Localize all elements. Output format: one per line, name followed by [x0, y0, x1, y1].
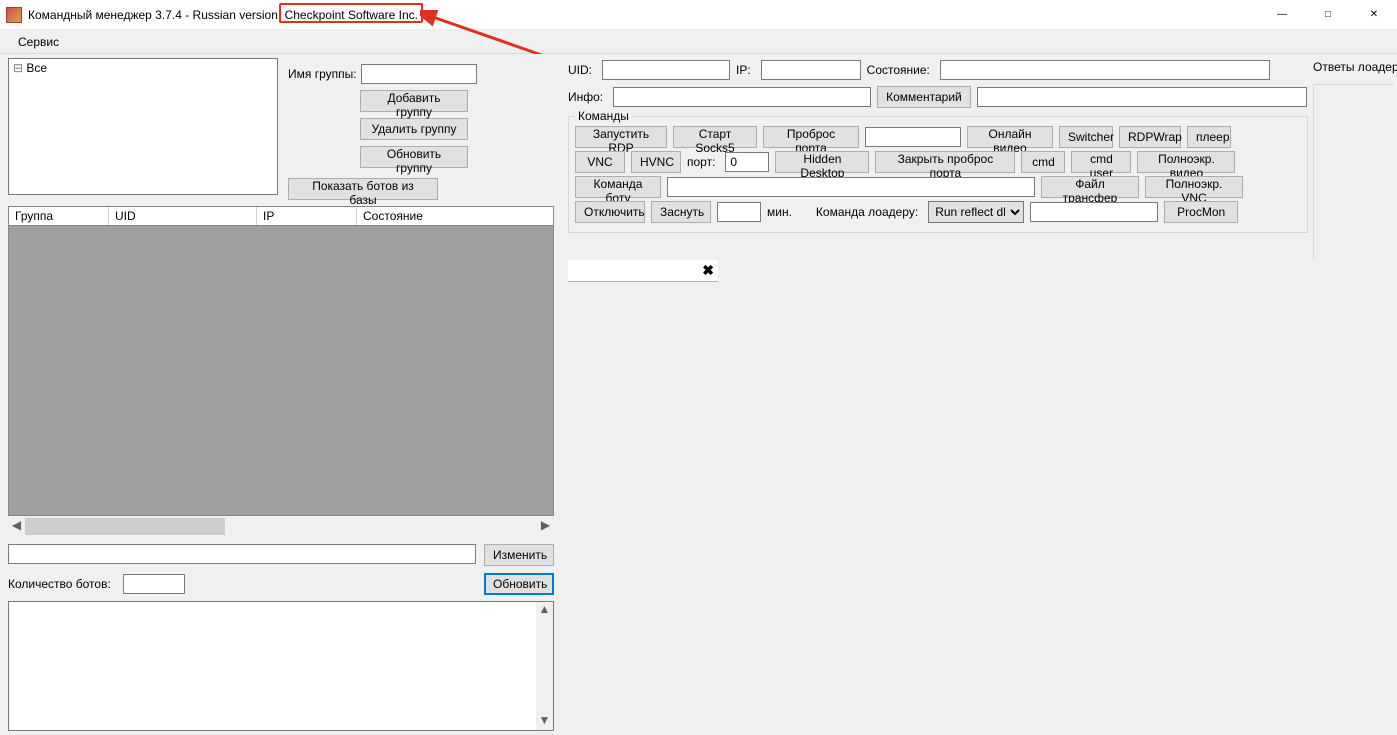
log-vscrollbar[interactable]: ▲ ▼: [536, 602, 553, 730]
scroll-down-icon[interactable]: ▼: [536, 713, 553, 730]
commands-legend: Команды: [575, 109, 632, 123]
group-name-input[interactable]: [361, 64, 477, 84]
window-title: Командный менеджер 3.7.4 - Russian versi…: [28, 8, 418, 22]
sleep-button[interactable]: Заснуть: [651, 201, 711, 223]
hvnc-button[interactable]: HVNC: [631, 151, 681, 173]
cmd-button[interactable]: cmd: [1021, 151, 1065, 173]
title-text-highlight: Checkpoint Software Inc.: [285, 8, 418, 22]
cmd-user-button[interactable]: cmd user: [1071, 151, 1131, 173]
group-tree[interactable]: Все: [8, 58, 278, 195]
run-rdp-button[interactable]: Запустить RDP: [575, 126, 667, 148]
comment-button[interactable]: Комментарий: [877, 86, 971, 108]
sleep-minutes-input[interactable]: [717, 202, 761, 222]
switcher-button[interactable]: Switcher: [1059, 126, 1113, 148]
delete-group-button[interactable]: Удалить группу: [360, 118, 468, 140]
scroll-left-icon[interactable]: ◀: [8, 518, 25, 535]
edit-input[interactable]: [8, 544, 476, 564]
col-ip[interactable]: IP: [257, 207, 357, 225]
detail-panel: [718, 260, 1393, 720]
uid-label: UID:: [568, 63, 592, 77]
commands-group: Команды Запустить RDP Старт Socks5 Пробр…: [568, 116, 1308, 233]
menu-service[interactable]: Сервис: [10, 32, 67, 52]
tree-root-all[interactable]: Все: [13, 61, 273, 75]
rdpwrap-button[interactable]: RDPWrap: [1119, 126, 1181, 148]
bot-count-label: Количество ботов:: [8, 577, 111, 591]
bot-command-button[interactable]: Команда боту: [575, 176, 661, 198]
state-input[interactable]: [940, 60, 1270, 80]
refresh-group-button[interactable]: Обновить группу: [360, 146, 468, 168]
info-label: Инфо:: [568, 90, 603, 104]
close-button[interactable]: ✕: [1351, 0, 1397, 29]
ip-input[interactable]: [761, 60, 861, 80]
ip-label: IP:: [736, 63, 751, 77]
refresh-button[interactable]: Обновить: [484, 573, 554, 595]
title-text-prefix: Командный менеджер 3.7.4 - Russian versi…: [28, 8, 285, 22]
hidden-desktop-button[interactable]: Hidden Desktop: [775, 151, 869, 173]
client-area: Все Имя группы: Добавить группу Удалить …: [0, 54, 1397, 735]
comment-input[interactable]: [977, 87, 1307, 107]
bots-table-header: Группа UID IP Состояние: [8, 206, 554, 226]
tab-strip: ✖: [568, 260, 718, 282]
loader-answers-label: Ответы лоадер: [1313, 60, 1397, 74]
port-input[interactable]: [725, 152, 769, 172]
add-group-button[interactable]: Добавить группу: [360, 90, 468, 112]
port-forward-button[interactable]: Проброс порта: [763, 126, 859, 148]
tab-close-icon[interactable]: ✖: [702, 262, 714, 279]
bots-table-body[interactable]: [8, 226, 554, 516]
disconnect-button[interactable]: Отключить: [575, 201, 645, 223]
fullscreen-vnc-button[interactable]: Полноэкр. VNC: [1145, 176, 1243, 198]
procmon-button[interactable]: ProcMon: [1164, 201, 1238, 223]
file-transfer-button[interactable]: Файл трансфер: [1041, 176, 1139, 198]
col-uid[interactable]: UID: [109, 207, 257, 225]
scroll-thumb[interactable]: [25, 518, 225, 535]
close-port-forward-button[interactable]: Закрыть проброс порта: [875, 151, 1015, 173]
show-bots-button[interactable]: Показать ботов из базы: [288, 178, 438, 200]
scroll-right-icon[interactable]: ▶: [537, 518, 554, 535]
loader-answers-panel: [1313, 84, 1393, 260]
fullscreen-video-button[interactable]: Полноэкр. видео: [1137, 151, 1235, 173]
port-forward-input[interactable]: [865, 127, 961, 147]
scroll-up-icon[interactable]: ▲: [536, 602, 553, 619]
port-label: порт:: [687, 155, 715, 169]
group-name-label: Имя группы:: [288, 67, 357, 81]
maximize-button[interactable]: □: [1305, 0, 1351, 29]
online-video-button[interactable]: Онлайн видео: [967, 126, 1053, 148]
minimize-button[interactable]: —: [1259, 0, 1305, 29]
info-input[interactable]: [613, 87, 871, 107]
loader-command-select[interactable]: Run reflect dll: [928, 201, 1024, 223]
change-button[interactable]: Изменить: [484, 544, 554, 566]
app-icon: [6, 7, 22, 23]
bot-count-input[interactable]: [123, 574, 185, 594]
bot-command-input[interactable]: [667, 177, 1035, 197]
loader-command-label: Команда лоадеру:: [816, 205, 918, 219]
minutes-label: мин.: [767, 205, 792, 219]
player-button[interactable]: плеер: [1187, 126, 1231, 148]
col-state[interactable]: Состояние: [357, 207, 553, 225]
start-socks5-button[interactable]: Старт Socks5: [673, 126, 757, 148]
table-hscrollbar[interactable]: ◀ ▶: [8, 518, 554, 535]
uid-input[interactable]: [602, 60, 730, 80]
log-textarea[interactable]: ▲ ▼: [8, 601, 554, 731]
state-label: Состояние:: [867, 63, 930, 77]
menubar: Сервис: [0, 30, 1397, 54]
titlebar: Командный менеджер 3.7.4 - Russian versi…: [0, 0, 1397, 30]
loader-command-input[interactable]: [1030, 202, 1158, 222]
vnc-button[interactable]: VNC: [575, 151, 625, 173]
col-group[interactable]: Группа: [9, 207, 109, 225]
